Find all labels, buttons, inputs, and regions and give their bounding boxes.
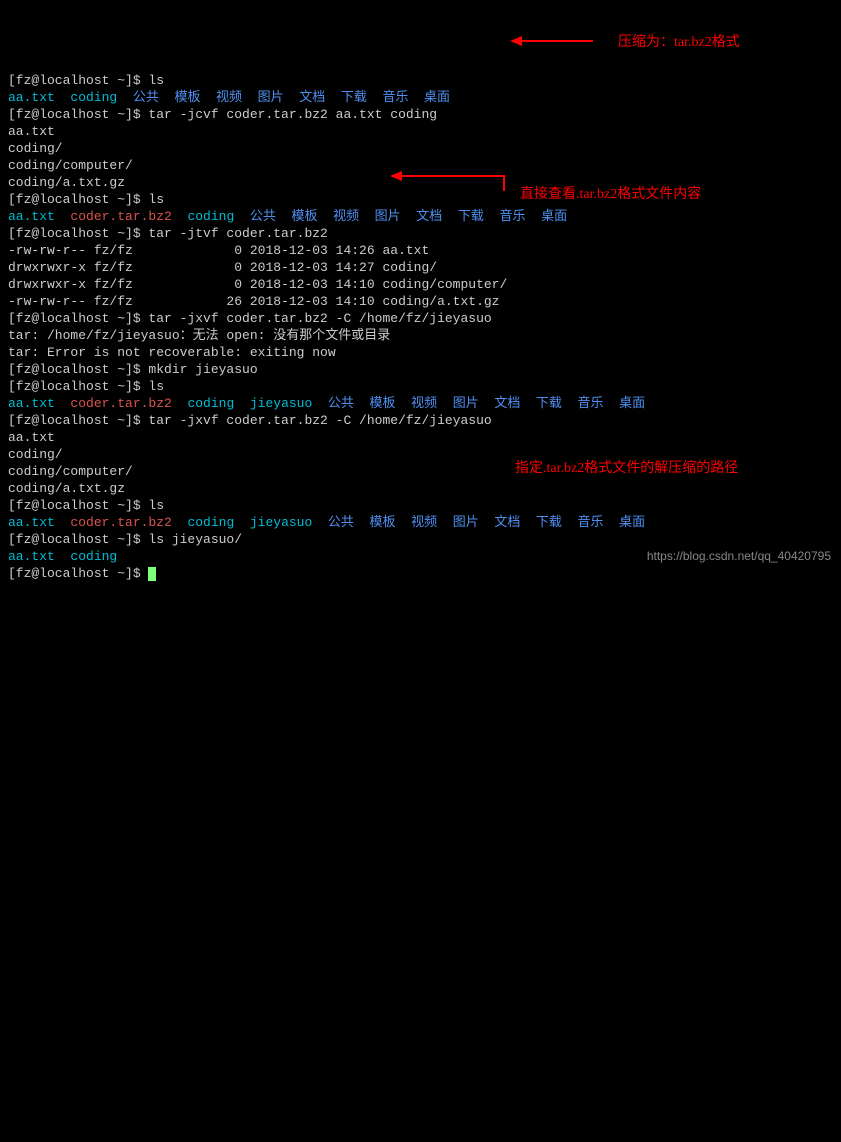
watermark: https://blog.csdn.net/qq_40420795 <box>647 548 831 565</box>
terminal-line: [fz@localhost ~]$ ls <box>8 378 833 395</box>
annotation-view: 直接查看.tar.bz2格式文件内容 <box>520 186 701 203</box>
terminal-line: -rw-rw-r-- fz/fz 0 2018-12-03 14:26 aa.t… <box>8 242 833 259</box>
terminal-line: tar: /home/fz/jieyasuo：无法 open: 没有那个文件或目… <box>8 327 833 344</box>
terminal-line: [fz@localhost ~]$ ls <box>8 497 833 514</box>
arrow-1 <box>518 40 534 91</box>
terminal-line: [fz@localhost ~]$ ls jieyasuo/ <box>8 531 833 548</box>
terminal-line: aa.txt <box>8 123 833 140</box>
terminal-line: -rw-rw-r-- fz/fz 26 2018-12-03 14:10 cod… <box>8 293 833 310</box>
terminal-line: coding/computer/ <box>8 157 833 174</box>
terminal-line: [fz@localhost ~]$ mkdir jieyasuo <box>8 361 833 378</box>
annotation-extract: 指定.tar.bz2格式文件的解压缩的路径 <box>515 460 738 477</box>
terminal-line: [fz@localhost ~]$ tar -jtvf coder.tar.bz… <box>8 225 833 242</box>
arrow-3 <box>8 786 24 820</box>
terminal-line: [fz@localhost ~]$ tar -jxvf coder.tar.bz… <box>8 412 833 429</box>
terminal-line: [fz@localhost ~]$ tar -jcvf coder.tar.bz… <box>8 106 833 123</box>
terminal-line: [fz@localhost ~]$ <box>8 565 833 582</box>
terminal[interactable]: [fz@localhost ~]$ lsaa.txt coding 公共 模板 … <box>8 72 833 582</box>
terminal-line: [fz@localhost ~]$ ls <box>8 191 833 208</box>
terminal-line: coding/ <box>8 140 833 157</box>
cursor <box>148 567 156 581</box>
terminal-line: [fz@localhost ~]$ ls <box>8 72 833 89</box>
terminal-line: aa.txt coder.tar.bz2 coding jieyasuo 公共 … <box>8 395 833 412</box>
terminal-line: aa.txt coding 公共 模板 视频 图片 文档 下载 音乐 桌面 <box>8 89 833 106</box>
terminal-line: coding/a.txt.gz <box>8 480 833 497</box>
terminal-line: drwxrwxr-x fz/fz 0 2018-12-03 14:10 codi… <box>8 276 833 293</box>
terminal-line: drwxrwxr-x fz/fz 0 2018-12-03 14:27 codi… <box>8 259 833 276</box>
arrow-2 <box>398 175 414 243</box>
terminal-line: aa.txt coder.tar.bz2 coding 公共 模板 视频 图片 … <box>8 208 833 225</box>
terminal-line: [fz@localhost ~]$ tar -jxvf coder.tar.bz… <box>8 310 833 327</box>
terminal-line: aa.txt <box>8 429 833 446</box>
annotation-compress: 压缩为：tar.bz2格式 <box>618 34 740 51</box>
terminal-line: aa.txt coder.tar.bz2 coding jieyasuo 公共 … <box>8 514 833 531</box>
terminal-line: tar: Error is not recoverable: exiting n… <box>8 344 833 361</box>
